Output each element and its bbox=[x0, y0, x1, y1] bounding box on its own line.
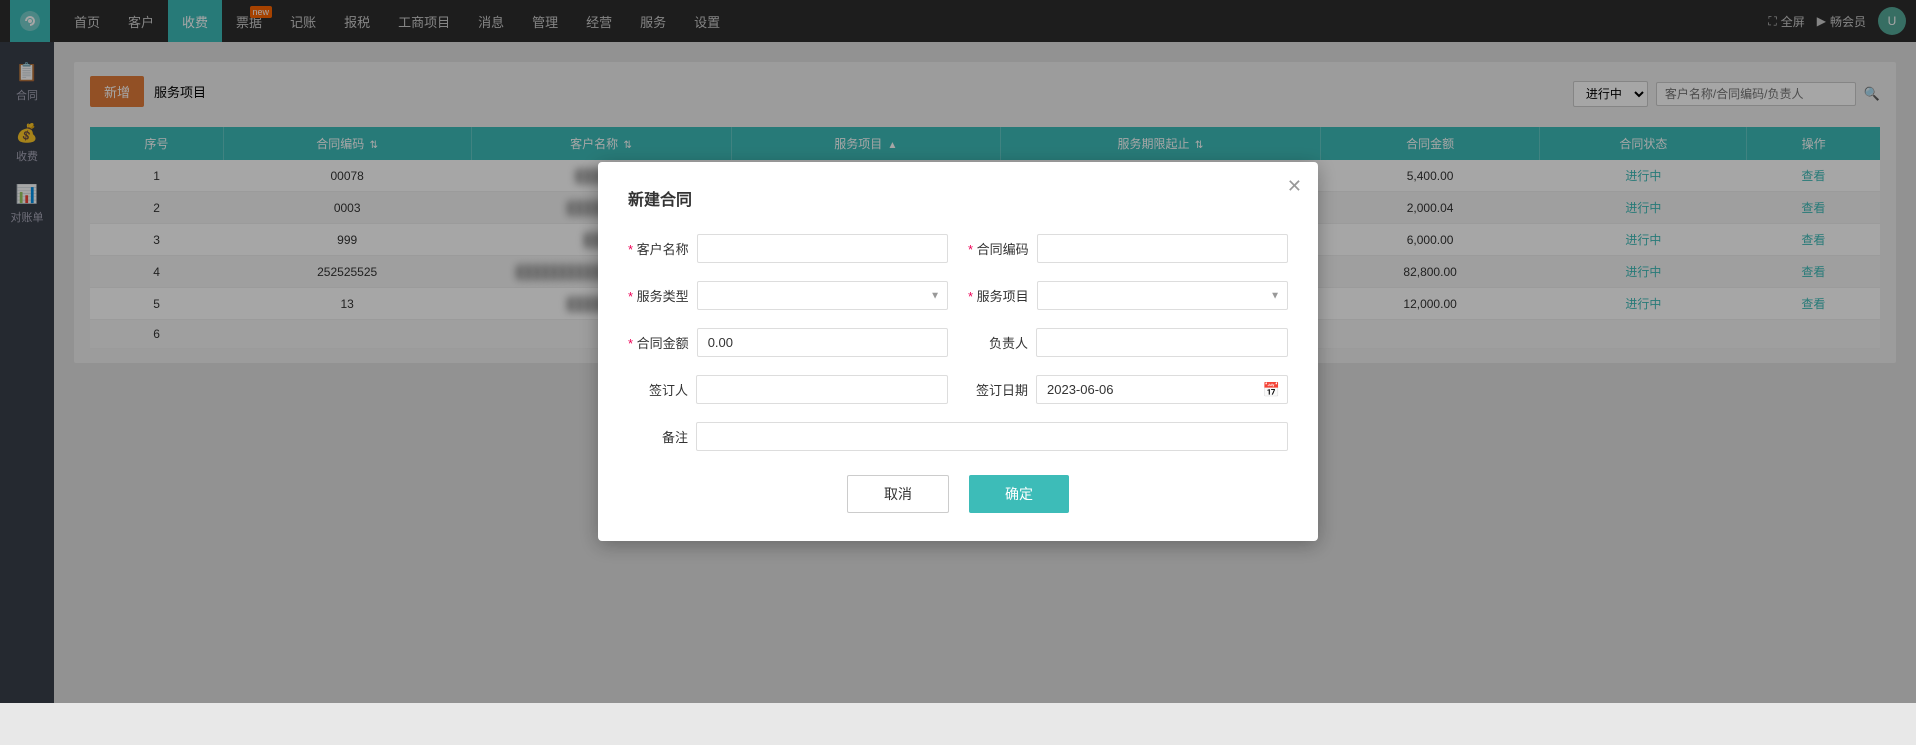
field-service-type: 服务类型 bbox=[628, 281, 948, 310]
modal-title: 新建合同 bbox=[628, 186, 1288, 210]
confirm-button[interactable]: 确定 bbox=[969, 475, 1069, 513]
label-responsible: 负责人 bbox=[968, 333, 1028, 352]
cancel-button[interactable]: 取消 bbox=[847, 475, 949, 513]
date-wrap-sign-date: 📅 bbox=[1036, 375, 1288, 404]
select-wrap-service-item bbox=[1037, 281, 1288, 310]
input-signer[interactable] bbox=[696, 375, 948, 404]
modal-footer: 取消 确定 bbox=[628, 475, 1288, 513]
field-service-item: 服务项目 bbox=[968, 281, 1288, 310]
select-service-item[interactable] bbox=[1037, 281, 1288, 310]
label-service-item: 服务项目 bbox=[968, 286, 1029, 305]
input-contract-amount[interactable] bbox=[697, 328, 948, 357]
label-service-type: 服务类型 bbox=[628, 286, 689, 305]
input-responsible[interactable] bbox=[1036, 328, 1288, 357]
field-contract-amount: 合同金额 bbox=[628, 328, 948, 357]
modal-close-button[interactable]: ✕ bbox=[1287, 176, 1302, 197]
field-sign-date: 签订日期 📅 bbox=[968, 375, 1288, 404]
new-contract-modal: ✕ 新建合同 客户名称 合同编码 服务类型 bbox=[598, 162, 1318, 541]
label-contract-amount: 合同金额 bbox=[628, 333, 689, 352]
input-remark[interactable] bbox=[696, 422, 1288, 451]
calendar-icon[interactable]: 📅 bbox=[1263, 381, 1280, 398]
label-sign-date: 签订日期 bbox=[968, 380, 1028, 399]
form-row-4: 签订人 签订日期 📅 bbox=[628, 375, 1288, 404]
select-wrap-service-type bbox=[697, 281, 948, 310]
input-customer-name[interactable] bbox=[697, 234, 948, 263]
field-remark: 备注 bbox=[628, 422, 1288, 451]
input-contract-code[interactable] bbox=[1037, 234, 1288, 263]
label-remark: 备注 bbox=[628, 427, 688, 446]
field-signer: 签订人 bbox=[628, 375, 948, 404]
form-row-5: 备注 bbox=[628, 422, 1288, 451]
input-sign-date[interactable] bbox=[1036, 375, 1288, 404]
form-row-3: 合同金额 负责人 bbox=[628, 328, 1288, 357]
field-responsible: 负责人 bbox=[968, 328, 1288, 357]
modal-overlay: ✕ 新建合同 客户名称 合同编码 服务类型 bbox=[0, 0, 1916, 703]
field-contract-code: 合同编码 bbox=[968, 234, 1288, 263]
form-row-2: 服务类型 服务项目 bbox=[628, 281, 1288, 310]
label-customer-name: 客户名称 bbox=[628, 239, 689, 258]
label-signer: 签订人 bbox=[628, 380, 688, 399]
field-customer-name: 客户名称 bbox=[628, 234, 948, 263]
label-contract-code: 合同编码 bbox=[968, 239, 1029, 258]
select-service-type[interactable] bbox=[697, 281, 948, 310]
form-row-1: 客户名称 合同编码 bbox=[628, 234, 1288, 263]
